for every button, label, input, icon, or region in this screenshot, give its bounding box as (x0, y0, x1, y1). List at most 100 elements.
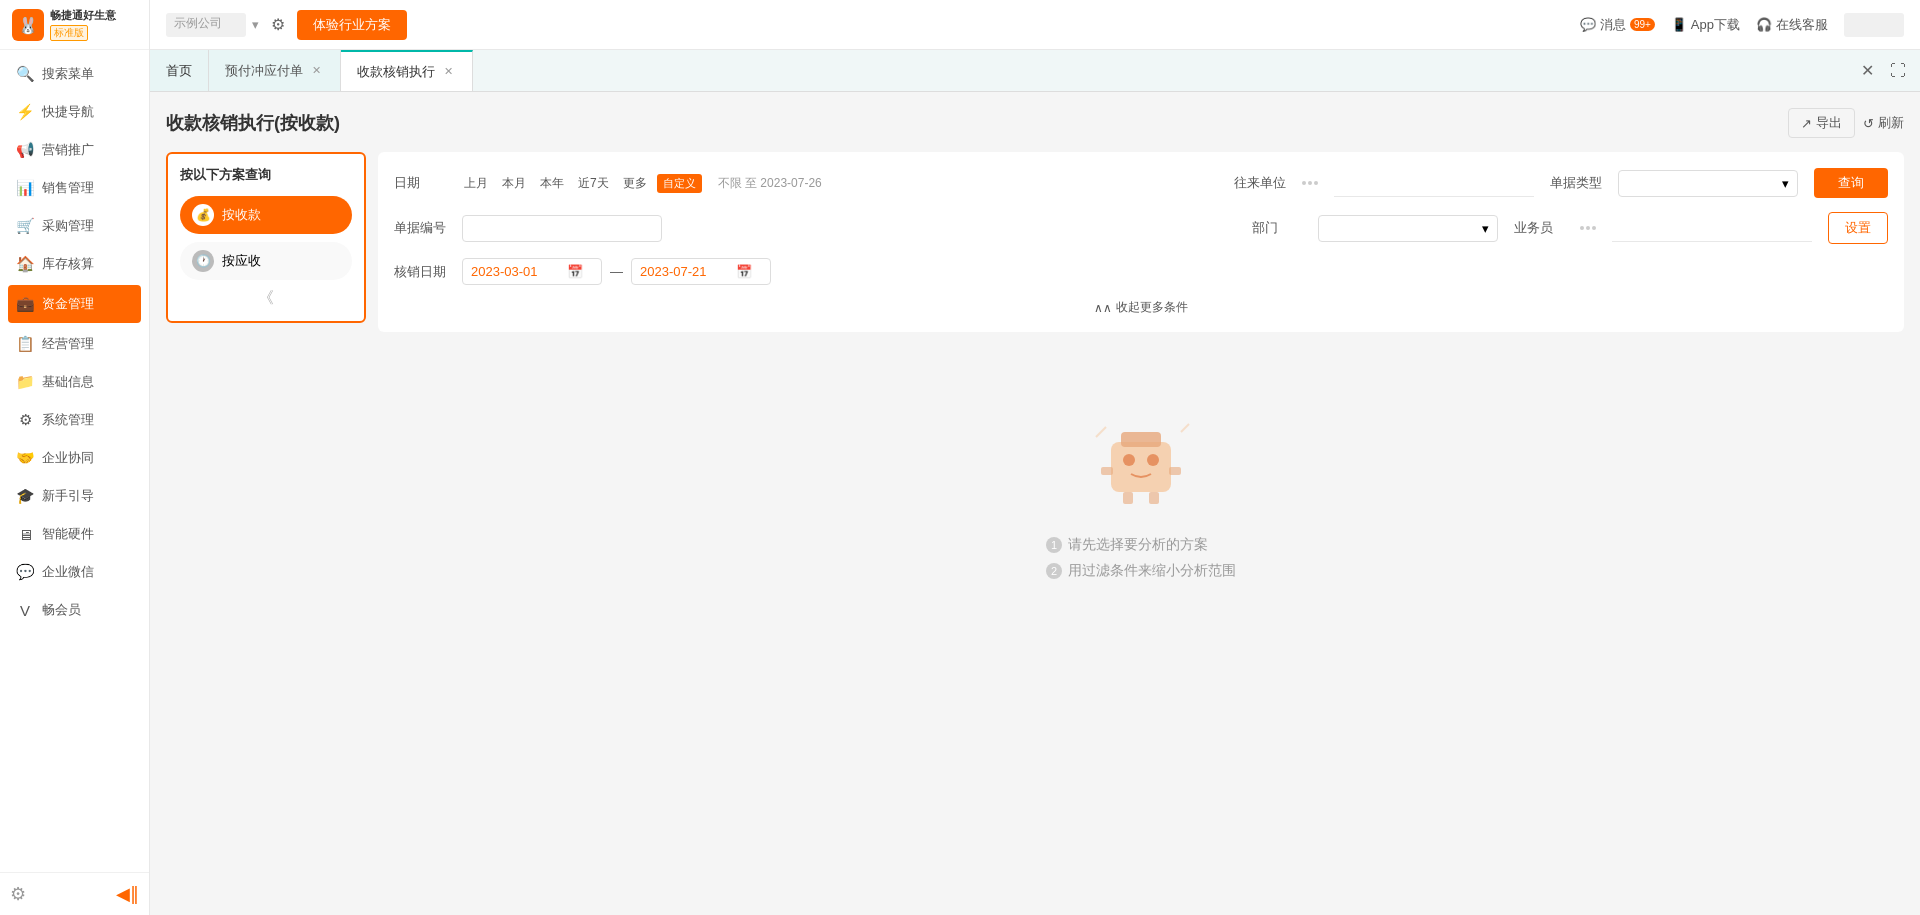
calendar-start-icon[interactable]: 📅 (567, 264, 583, 279)
settings-icon[interactable]: ⚙ (10, 883, 26, 905)
filter-area: 日期 上月 本月 本年 近7天 更多 自定义 不限 至 2023-07-26 往… (378, 152, 1904, 332)
online-service-label: 在线客服 (1776, 16, 1828, 34)
page-title: 收款核销执行(按收款) (166, 111, 340, 135)
filter-row-1: 日期 上月 本月 本年 近7天 更多 自定义 不限 至 2023-07-26 往… (394, 168, 1888, 198)
query-button[interactable]: 查询 (1814, 168, 1888, 198)
tab-home[interactable]: 首页 (150, 50, 209, 91)
nav-icon-0: 🔍 (16, 65, 34, 83)
nav-icon-11: 🎓 (16, 487, 34, 505)
verify-date-end-wrap[interactable]: 📅 (631, 258, 771, 285)
expand-tab-button[interactable]: ⛶ (1884, 58, 1912, 84)
message-label: 消息 (1600, 16, 1626, 34)
user-avatar[interactable] (1844, 13, 1904, 37)
sidebar-item-9[interactable]: ⚙系统管理 (0, 401, 149, 439)
query-option-by-receivable[interactable]: 🕐 按应收 (180, 242, 352, 280)
nav-label-7: 经营管理 (42, 335, 94, 353)
tip-num-2: 2 (1046, 563, 1062, 579)
sidebar-item-11[interactable]: 🎓 新手引导 (0, 477, 149, 515)
svg-rect-7 (1169, 467, 1181, 475)
nav-icon-5: 🏠 (16, 255, 34, 273)
date-options: 上月 本月 本年 近7天 更多 自定义 (460, 173, 702, 194)
sidebar-item-2[interactable]: 📢营销推广 (0, 131, 149, 169)
date-opt-this-year[interactable]: 本年 (536, 173, 568, 194)
company-name[interactable]: 示例公司 (166, 13, 246, 37)
nav-label-8: 基础信息 (42, 373, 94, 391)
nav-label-14: 畅会员 (42, 601, 81, 619)
prepay-tab-close-icon[interactable]: ✕ (309, 63, 324, 78)
counterparty-picker[interactable] (1302, 181, 1318, 185)
nav-icon-1: ⚡ (16, 103, 34, 121)
receivable-option-label: 按应收 (222, 252, 261, 270)
query-option-by-receipt[interactable]: 💰 按收款 (180, 196, 352, 234)
svg-line-11 (1181, 424, 1189, 432)
topbar-right: 💬 消息 99+ 📱 App下载 🎧 在线客服 (1580, 13, 1904, 37)
sidebar-item-6[interactable]: 💼资金管理 (8, 285, 141, 323)
message-item[interactable]: 💬 消息 99+ (1580, 16, 1655, 34)
company-selector[interactable]: 示例公司 ▾ (166, 13, 259, 37)
dept-dropdown-icon: ▾ (1482, 221, 1489, 236)
sidebar-item-7[interactable]: 📋经营管理 (0, 325, 149, 363)
bill-type-select[interactable]: ▾ (1618, 170, 1798, 197)
home-tab-label: 首页 (166, 62, 192, 80)
tabbar: 首页 预付冲应付单 ✕ 收款核销执行 ✕ ✕ ⛶ (150, 50, 1920, 92)
service-icon: 🎧 (1756, 17, 1772, 32)
nav-label-11: 新手引导 (42, 487, 94, 505)
collapse-more-button[interactable]: ∧∧ 收起更多条件 (394, 299, 1888, 316)
refresh-button[interactable]: ↺ 刷新 (1863, 114, 1904, 132)
date-opt-7days[interactable]: 近7天 (574, 173, 613, 194)
empty-tip-2: 2 用过滤条件来缩小分析范围 (1046, 562, 1236, 580)
verify-date-picker: 📅 — 📅 (462, 258, 771, 285)
refresh-icon: ↺ (1863, 116, 1874, 131)
sidebar-item-10[interactable]: 🤝企业协同 (0, 439, 149, 477)
svg-rect-6 (1101, 467, 1113, 475)
app-download-label: App下载 (1691, 16, 1740, 34)
empty-tip-1-text: 请先选择要分析的方案 (1068, 536, 1208, 554)
close-tab-button[interactable]: ✕ (1855, 57, 1880, 84)
export-button[interactable]: ↗ 导出 (1788, 108, 1855, 138)
sidebar-item-4[interactable]: 🛒采购管理 (0, 207, 149, 245)
date-opt-this-month[interactable]: 本月 (498, 173, 530, 194)
collapse-more-label: 收起更多条件 (1116, 299, 1188, 316)
dept-select[interactable]: ▾ (1318, 215, 1498, 242)
nav-icon-9: ⚙ (16, 411, 34, 429)
online-service-item[interactable]: 🎧 在线客服 (1756, 16, 1828, 34)
staff-picker[interactable] (1580, 226, 1596, 230)
sidebar-item-14[interactable]: V畅会员 (0, 591, 149, 629)
sidebar-item-8[interactable]: 📁基础信息 (0, 363, 149, 401)
solution-button[interactable]: 体验行业方案 (297, 10, 407, 40)
verify-date-start-input[interactable] (471, 264, 561, 279)
date-custom-badge[interactable]: 自定义 (657, 174, 702, 193)
mobile-icon: 📱 (1671, 17, 1687, 32)
svg-rect-9 (1149, 492, 1159, 504)
settings-gear-icon[interactable]: ⚙ (271, 15, 285, 34)
svg-rect-2 (1111, 442, 1171, 492)
app-edition: 标准版 (50, 25, 88, 41)
panel-collapse-button[interactable]: 《 (180, 288, 352, 309)
verify-date-start-wrap[interactable]: 📅 (462, 258, 602, 285)
sidebar-item-3[interactable]: 📊销售管理 (0, 169, 149, 207)
tabbar-actions: ✕ ⛶ (1847, 50, 1920, 91)
verify-date-end-input[interactable] (640, 264, 730, 279)
sidebar-item-1[interactable]: ⚡ 快捷导航 (0, 93, 149, 131)
svg-rect-8 (1123, 492, 1133, 504)
tab-prepay[interactable]: 预付冲应付单 ✕ (209, 50, 341, 91)
date-opt-last-month[interactable]: 上月 (460, 173, 492, 194)
calendar-end-icon[interactable]: 📅 (736, 264, 752, 279)
chevron-down-icon[interactable]: ▾ (252, 17, 259, 32)
sidebar-item-12[interactable]: 🖥智能硬件 (0, 515, 149, 553)
app-download-item[interactable]: 📱 App下载 (1671, 16, 1740, 34)
nav-label-0: 搜索菜单 (42, 65, 94, 83)
sidebar-item-5[interactable]: 🏠库存核算 (0, 245, 149, 283)
nav-label-4: 采购管理 (42, 217, 94, 235)
sidebar-item-13[interactable]: 💬企业微信 (0, 553, 149, 591)
nav-label-1: 快捷导航 (42, 103, 94, 121)
verify-tab-close-icon[interactable]: ✕ (441, 64, 456, 79)
date-opt-more[interactable]: 更多 (619, 173, 651, 194)
sidebar-bottom[interactable]: ⚙ ◀‖ (0, 872, 149, 915)
empty-tip-2-text: 用过滤条件来缩小分析范围 (1068, 562, 1236, 580)
collapse-sidebar-icon[interactable]: ◀‖ (116, 883, 139, 905)
tab-verify[interactable]: 收款核销执行 ✕ (341, 50, 473, 91)
setting-button[interactable]: 设置 (1828, 212, 1888, 244)
sidebar-item-0[interactable]: 🔍 搜索菜单 (0, 55, 149, 93)
bill-no-input[interactable] (462, 215, 662, 242)
